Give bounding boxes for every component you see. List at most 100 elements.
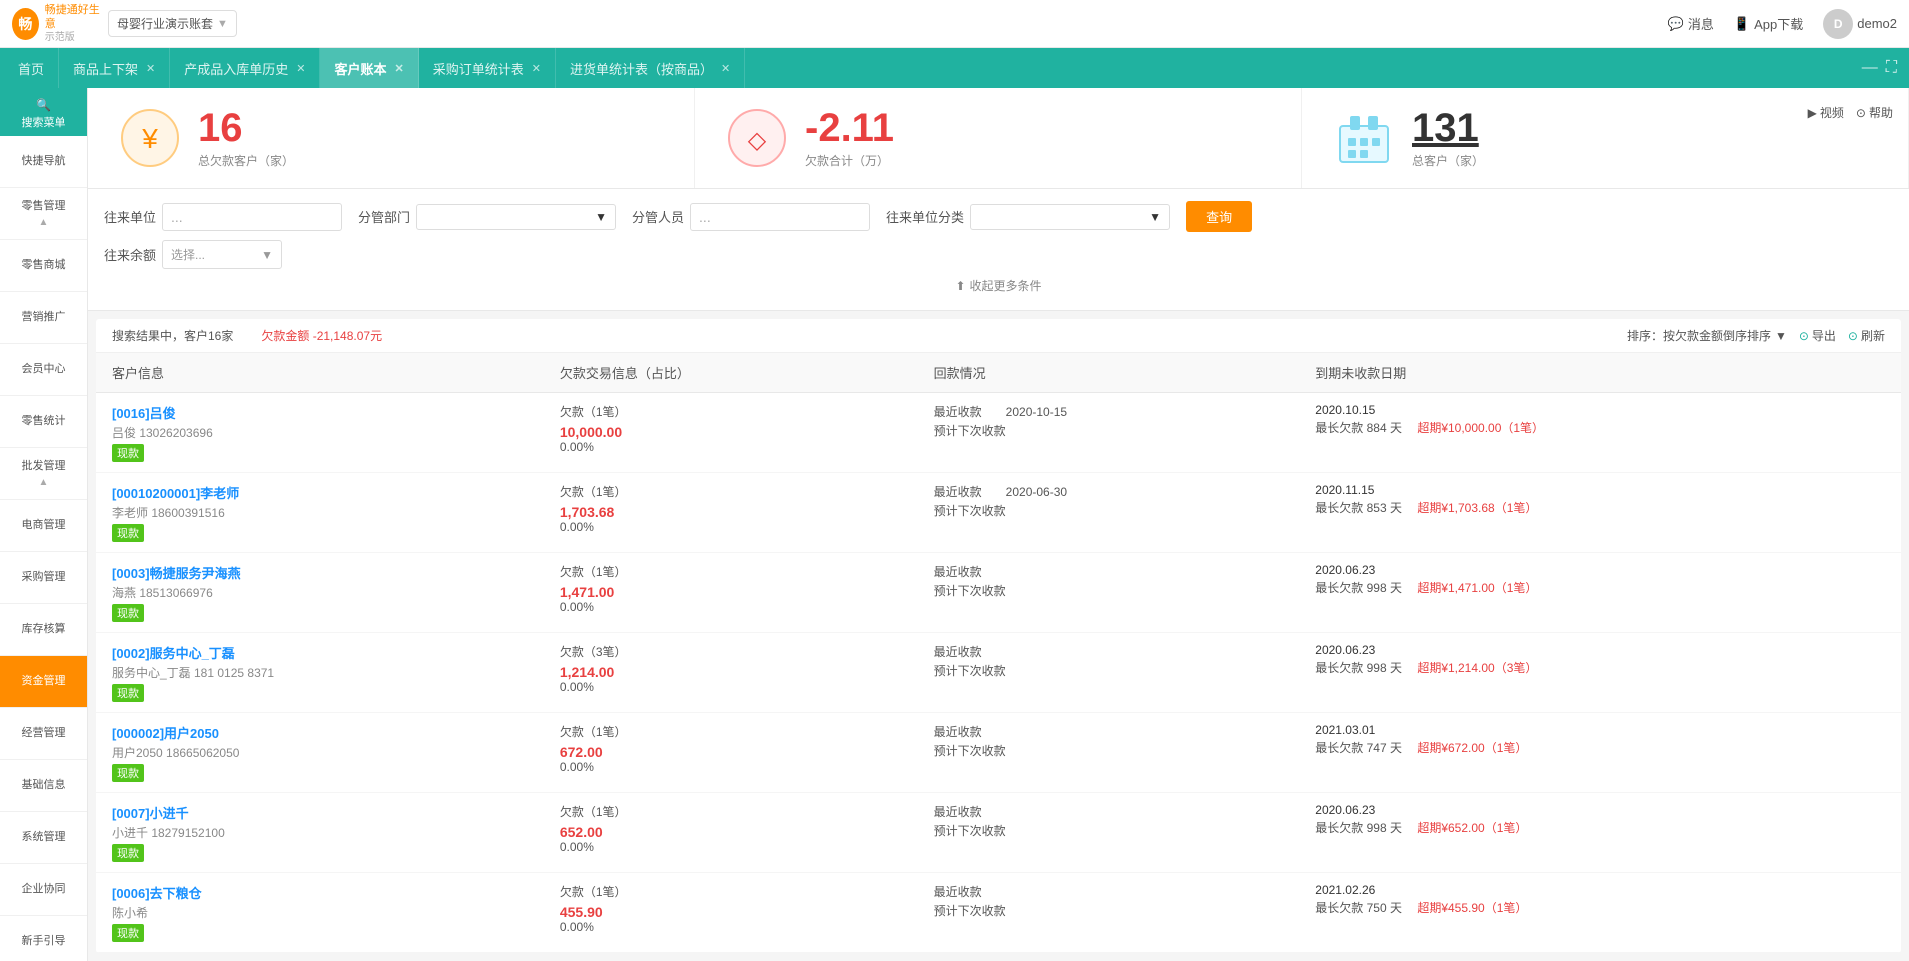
customer-name-0[interactable]: [0016]吕俊 bbox=[112, 406, 176, 421]
last-payment-1: 最近收款 2020-06-30 bbox=[934, 483, 1284, 500]
debt-amount-1[interactable]: 1,703.68 bbox=[560, 504, 902, 520]
sidebar-item-batch-mgmt[interactable]: 批发管理 ▲ bbox=[0, 448, 87, 500]
overdue-link-5[interactable]: 超期¥652.00（1笔） bbox=[1417, 821, 1527, 835]
overdue-link-2[interactable]: 超期¥1,471.00（1笔） bbox=[1417, 581, 1537, 595]
tab-customer[interactable]: 客户账本 ✕ bbox=[320, 48, 418, 88]
customer-name-5[interactable]: [0007]小进千 bbox=[112, 806, 189, 821]
balance-select[interactable]: 选择... ▼ bbox=[162, 240, 282, 269]
collapse-bar[interactable]: ⬆ 收起更多条件 bbox=[104, 273, 1893, 298]
export-btn[interactable]: ⊙ 导出 bbox=[1799, 327, 1836, 344]
table-row: [0016]吕俊 吕俊 13026203696 现款 欠款（1笔） 10,000… bbox=[96, 393, 1901, 473]
person-input[interactable]: ... bbox=[690, 203, 870, 231]
total-customers-icon bbox=[1332, 106, 1396, 170]
debt-amount-3[interactable]: 1,214.00 bbox=[560, 664, 902, 680]
recovery-cell-7: 最近收款 预计下次收款 bbox=[918, 953, 1300, 954]
video-link[interactable]: ▶ 视频 bbox=[1808, 104, 1844, 121]
sidebar-item-new-guide[interactable]: 新手引导 bbox=[0, 916, 87, 961]
company-selector[interactable]: 母婴行业演示账套 ▼ bbox=[108, 10, 237, 37]
next-payment-2: 预计下次收款 bbox=[934, 582, 1284, 599]
col-customer-info: 客户信息 bbox=[96, 353, 544, 393]
help-link[interactable]: ⊙ 帮助 bbox=[1856, 104, 1893, 121]
customer-name-6[interactable]: [0006]去下粮仓 bbox=[112, 886, 202, 901]
sidebar-search[interactable]: 🔍 搜索菜单 bbox=[0, 88, 87, 136]
user-menu[interactable]: D demo2 bbox=[1823, 9, 1897, 39]
sidebar-item-purchase-mgmt[interactable]: 采购管理 bbox=[0, 552, 87, 604]
debt-customers-icon: ¥ bbox=[118, 106, 182, 170]
department-select[interactable]: ▼ bbox=[416, 204, 616, 230]
tab-inventory[interactable]: 进货单统计表（按商品） ✕ bbox=[556, 48, 745, 88]
debt-info-cell-1: 欠款（1笔） 1,703.68 0.00% bbox=[544, 473, 918, 553]
app-download-btn[interactable]: 📱 App下载 bbox=[1734, 14, 1803, 33]
filter-department: 分管部门 ▼ bbox=[358, 204, 616, 230]
due-date-cell-6: 2021.02.26 最长欠款 750 天 超期¥455.90（1笔） bbox=[1299, 873, 1901, 953]
sidebar-item-marketing[interactable]: 营销推广 bbox=[0, 292, 87, 344]
debt-amount-2[interactable]: 1,471.00 bbox=[560, 584, 902, 600]
tab-expand-btn[interactable]: ⛶ bbox=[1886, 59, 1897, 77]
search-button[interactable]: 查询 bbox=[1186, 201, 1252, 232]
debt-amount-4[interactable]: 672.00 bbox=[560, 744, 902, 760]
stat-debt-customers: ¥ 16 总欠款客户（家） bbox=[88, 88, 695, 188]
customer-phone-1: 李老师 18600391516 bbox=[112, 504, 528, 521]
debt-amount-0[interactable]: 10,000.00 bbox=[560, 424, 902, 440]
filter-source-unit: 往来单位 ... bbox=[104, 203, 342, 231]
message-btn[interactable]: 💬 消息 bbox=[1668, 14, 1714, 33]
source-unit-input[interactable]: ... bbox=[162, 203, 342, 231]
tab-products[interactable]: 商品上下架 ✕ bbox=[59, 48, 170, 88]
tab-inventory-close[interactable]: ✕ bbox=[721, 62, 730, 75]
sidebar-item-retail-stat[interactable]: 零售统计 bbox=[0, 396, 87, 448]
overdue-link-1[interactable]: 超期¥1,703.68（1笔） bbox=[1417, 501, 1537, 515]
customer-name-4[interactable]: [000002]用户2050 bbox=[112, 726, 219, 741]
unit-category-select[interactable]: ▼ bbox=[970, 204, 1170, 230]
sidebar-item-quick-nav[interactable]: 快捷导航 bbox=[0, 136, 87, 188]
due-date-cell-1: 2020.11.15 最长欠款 853 天 超期¥1,703.68（1笔） bbox=[1299, 473, 1901, 553]
sidebar-item-enterprise-coop[interactable]: 企业协同 bbox=[0, 864, 87, 916]
sidebar-item-system[interactable]: 系统管理 bbox=[0, 812, 87, 864]
stat-debt-amount: ◇ -2.11 欠款合计（万） bbox=[695, 88, 1302, 188]
overdue-link-0[interactable]: 超期¥10,000.00（1笔） bbox=[1417, 421, 1544, 435]
sidebar-item-ecommerce[interactable]: 电商管理 bbox=[0, 500, 87, 552]
debt-amount-6[interactable]: 455.90 bbox=[560, 904, 902, 920]
table-area: 搜索结果中，客户16家 欠款金额 -21,148.07元 排序：按欠款金额倒序排… bbox=[96, 319, 1901, 953]
sidebar-item-retail-mgmt[interactable]: 零售管理 ▲ bbox=[0, 188, 87, 240]
customer-name-3[interactable]: [0002]服务中心_丁磊 bbox=[112, 646, 235, 661]
customer-tag-5: 现款 bbox=[112, 844, 144, 862]
tab-production[interactable]: 产成品入库单历史 ✕ bbox=[170, 48, 320, 88]
customer-tag-1: 现款 bbox=[112, 524, 144, 542]
tab-customer-close[interactable]: ✕ bbox=[395, 62, 404, 75]
customer-info-cell-2: [0003]畅捷服务尹海燕 海燕 18513066976 现款 bbox=[96, 553, 544, 633]
overdue-link-3[interactable]: 超期¥1,214.00（3笔） bbox=[1417, 661, 1537, 675]
refresh-btn[interactable]: ⊙ 刷新 bbox=[1848, 327, 1885, 344]
recovery-cell-5: 最近收款 预计下次收款 bbox=[918, 793, 1300, 873]
debt-info-cell-2: 欠款（1笔） 1,471.00 0.00% bbox=[544, 553, 918, 633]
logo-text: 畅捷通好生意 示范版 bbox=[45, 3, 100, 45]
sidebar-item-retail-mall[interactable]: 零售商城 bbox=[0, 240, 87, 292]
due-date-cell-3: 2020.06.23 最长欠款 998 天 超期¥1,214.00（3笔） bbox=[1299, 633, 1901, 713]
tab-purchase[interactable]: 采购订单统计表 ✕ bbox=[419, 48, 556, 88]
sidebar-item-inventory-check[interactable]: 库存核算 bbox=[0, 604, 87, 656]
overdue-link-6[interactable]: 超期¥455.90（1笔） bbox=[1417, 901, 1527, 915]
sidebar: 🔍 搜索菜单 快捷导航 零售管理 ▲ 零售商城 营销推广 会员中心 零售统计 bbox=[0, 88, 88, 961]
sidebar-item-capital[interactable]: 资金管理 bbox=[0, 656, 87, 708]
debt-amount-5[interactable]: 652.00 bbox=[560, 824, 902, 840]
table-row: [00010200001]李老师 李老师 18600391516 现款 欠款（1… bbox=[96, 473, 1901, 553]
sidebar-item-member[interactable]: 会员中心 bbox=[0, 344, 87, 396]
customer-name-1[interactable]: [00010200001]李老师 bbox=[112, 486, 239, 501]
customer-phone-6: 陈小希 bbox=[112, 904, 528, 921]
customer-name-2[interactable]: [0003]畅捷服务尹海燕 bbox=[112, 566, 241, 581]
filter-area: 往来单位 ... 分管部门 ▼ 分管人员 bbox=[88, 189, 1909, 311]
total-customers-number: 131 bbox=[1412, 108, 1484, 148]
tab-home[interactable]: 首页 bbox=[4, 48, 59, 88]
recovery-cell-4: 最近收款 预计下次收款 bbox=[918, 713, 1300, 793]
tab-products-close[interactable]: ✕ bbox=[146, 62, 155, 75]
last-payment-6: 最近收款 bbox=[934, 883, 1284, 900]
sidebar-item-business[interactable]: 经营管理 bbox=[0, 708, 87, 760]
logo: 畅 畅捷通好生意 示范版 bbox=[12, 3, 100, 45]
sidebar-item-basic-info[interactable]: 基础信息 bbox=[0, 760, 87, 812]
due-date-cell-0: 2020.10.15 最长欠款 884 天 超期¥10,000.00（1笔） bbox=[1299, 393, 1901, 473]
overdue-link-4[interactable]: 超期¥672.00（1笔） bbox=[1417, 741, 1527, 755]
tab-purchase-close[interactable]: ✕ bbox=[532, 62, 541, 75]
sort-dropdown[interactable]: 排序：按欠款金额倒序排序 ▼ bbox=[1627, 327, 1787, 344]
tab-minimize-btn[interactable]: — bbox=[1862, 59, 1878, 77]
tab-production-close[interactable]: ✕ bbox=[296, 62, 305, 75]
customer-info-cell-0: [0016]吕俊 吕俊 13026203696 现款 bbox=[96, 393, 544, 473]
